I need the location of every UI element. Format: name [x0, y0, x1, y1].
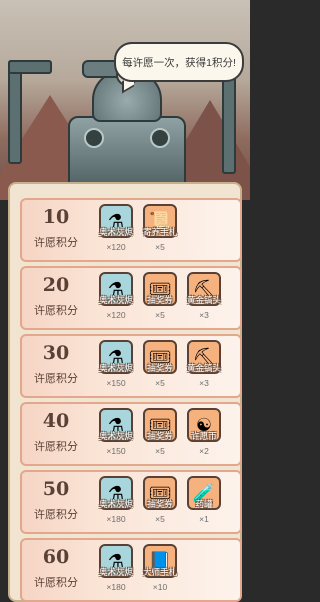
reward-name: 许愿币 — [191, 431, 217, 441]
points-value: 10 — [42, 206, 70, 228]
pipe-left-top — [8, 60, 52, 74]
reward-item[interactable]: ⚗ 奥术灰烬 ×180 — [98, 476, 134, 524]
points-value: 40 — [42, 410, 70, 432]
reward-qty: ×3 — [199, 378, 209, 388]
machine-window — [150, 128, 170, 148]
reward-panel: 10 许愿积分 ⚗ 奥术灰烬 ×120 📜 寄养手札 ×5 20 许愿积分 ⚗ … — [8, 182, 242, 602]
reward-item[interactable]: ⛏ 黄金镐头 ×3 — [186, 340, 222, 388]
reward-item[interactable]: ⚗ 奥术灰烬 ×180 — [98, 544, 134, 592]
points-value: 60 — [42, 546, 70, 568]
speech-bubble: 每许愿一次，获得1积分! — [114, 42, 244, 82]
reward-row-50: 50 许愿积分 ⚗ 奥术灰烬 ×180 🎟 抽奖券 ×5 🧪 药罐 ×1 — [20, 470, 242, 534]
reward-qty: ×120 — [106, 310, 126, 320]
reward-name: 黄金镐头 — [186, 363, 221, 373]
points-value: 20 — [42, 274, 70, 296]
reward-qty: ×150 — [106, 378, 126, 388]
reward-row-60: 60 许愿积分 ⚗ 奥术灰烬 ×180 📘 大师手札 ×10 — [20, 538, 242, 602]
reward-qty: ×180 — [106, 514, 126, 524]
pipe-left — [8, 60, 22, 164]
points-label: 许愿积分 — [34, 237, 78, 249]
wishing-machine-body — [68, 116, 186, 184]
reward-item[interactable]: 📜 寄养手札 ×5 — [142, 204, 178, 252]
pipe-right — [222, 70, 236, 174]
reward-qty: ×5 — [155, 242, 165, 252]
reward-item[interactable]: 🎟 抽奖券 ×5 — [142, 340, 178, 388]
reward-item[interactable]: ⚗ 奥术灰烬 ×150 — [98, 340, 134, 388]
reward-qty: ×150 — [106, 446, 126, 456]
reward-item[interactable]: ⚗ 奥术灰烬 ×120 — [98, 272, 134, 320]
points-label: 许愿积分 — [34, 509, 78, 521]
reward-name: 药罐 — [195, 499, 213, 509]
reward-qty: ×3 — [199, 310, 209, 320]
points-value: 30 — [42, 342, 70, 364]
points-label: 许愿积分 — [34, 577, 78, 589]
reward-qty: ×10 — [152, 582, 168, 592]
reward-qty: ×2 — [199, 446, 209, 456]
reward-item[interactable]: ⚗ 奥术灰烬 ×120 — [98, 204, 134, 252]
reward-qty: ×5 — [155, 514, 165, 524]
points-label: 许愿积分 — [34, 373, 78, 385]
reward-qty: ×180 — [106, 582, 126, 592]
reward-item[interactable]: 📘 大师手札 ×10 — [142, 544, 178, 592]
speech-bubble-text: 每许愿一次，获得1积分! — [122, 56, 236, 69]
machine-window — [84, 128, 104, 148]
reward-qty: ×5 — [155, 378, 165, 388]
reward-qty: ×1 — [199, 514, 209, 524]
points-value: 50 — [42, 478, 70, 500]
background-scene: ♆ — [0, 0, 250, 200]
reward-qty: ×5 — [155, 446, 165, 456]
reward-item[interactable]: 🎟 抽奖券 ×5 — [142, 272, 178, 320]
reward-row-20: 20 许愿积分 ⚗ 奥术灰烬 ×120 🎟 抽奖券 ×5 ⛏ 黄金镐头 ×3 — [20, 266, 242, 330]
reward-item[interactable]: 🧪 药罐 ×1 — [186, 476, 222, 524]
reward-row-10: 10 许愿积分 ⚗ 奥术灰烬 ×120 📜 寄养手札 ×5 — [20, 198, 242, 262]
reward-qty: ×5 — [155, 310, 165, 320]
points-label: 许愿积分 — [34, 305, 78, 317]
reward-row-30: 30 许愿积分 ⚗ 奥术灰烬 ×150 🎟 抽奖券 ×5 ⛏ 黄金镐头 ×3 — [20, 334, 242, 398]
reward-item[interactable]: 🎟 抽奖券 ×5 — [142, 476, 178, 524]
reward-item[interactable]: ☯ 许愿币 ×2 — [186, 408, 222, 456]
points-label: 许愿积分 — [34, 441, 78, 453]
reward-name: 寄养手札 — [142, 227, 177, 237]
reward-qty: ×120 — [106, 242, 126, 252]
reward-name: 黄金镐头 — [186, 295, 221, 305]
reward-item[interactable]: ⛏ 黄金镐头 ×3 — [186, 272, 222, 320]
reward-item[interactable]: 🎟 抽奖券 ×5 — [142, 408, 178, 456]
reward-item[interactable]: ⚗ 奥术灰烬 ×150 — [98, 408, 134, 456]
reward-row-40: 40 许愿积分 ⚗ 奥术灰烬 ×150 🎟 抽奖券 ×5 ☯ 许愿币 ×2 — [20, 402, 242, 466]
reward-name: 大师手札 — [142, 567, 177, 577]
